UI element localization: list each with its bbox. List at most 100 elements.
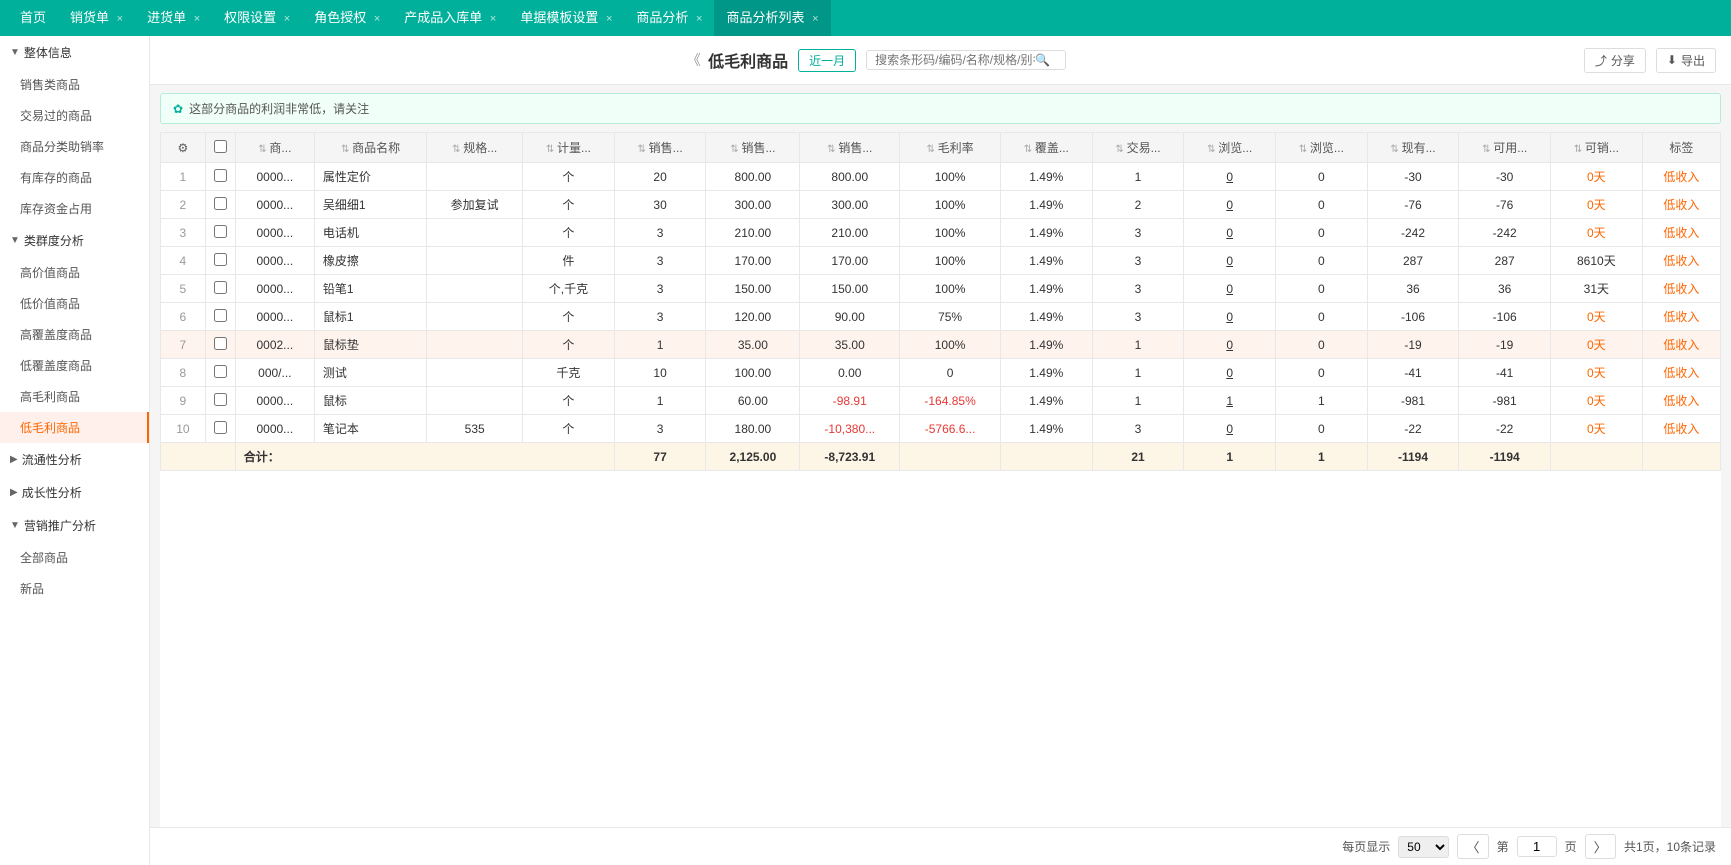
data-table-container[interactable]: ⚙ 商... 商品名称 规格... 计量... 销售... 销售... 销售..… xyxy=(160,132,1721,827)
sidebar-section-overall-title[interactable]: ▼ 整体信息 xyxy=(0,36,149,69)
name-cell[interactable]: 鼠标垫 xyxy=(314,331,426,359)
view1-cell[interactable]: 1 xyxy=(1184,387,1276,415)
view1-cell[interactable]: 0 xyxy=(1184,191,1276,219)
checkbox-cell[interactable] xyxy=(205,247,235,275)
close-icon[interactable]: × xyxy=(374,13,380,25)
row-checkbox[interactable] xyxy=(214,365,227,378)
date-filter-button[interactable]: 近一月 xyxy=(798,49,856,72)
nav-purchase[interactable]: 进货单 × xyxy=(135,0,212,36)
name-cell[interactable]: 电话机 xyxy=(314,219,426,247)
checkbox-cell[interactable] xyxy=(205,359,235,387)
col-header-sale-qty[interactable]: 销售... xyxy=(614,133,706,163)
view1-cell[interactable]: 0 xyxy=(1184,415,1276,443)
col-header-code[interactable]: 商... xyxy=(235,133,314,163)
view1-cell[interactable]: 0 xyxy=(1184,303,1276,331)
name-cell[interactable]: 铅笔1 xyxy=(314,275,426,303)
export-button[interactable]: ⬇ 导出 xyxy=(1656,48,1716,73)
checkbox-cell[interactable] xyxy=(205,303,235,331)
sidebar-item-traded-goods[interactable]: 交易过的商品 xyxy=(0,100,149,131)
checkbox-cell[interactable] xyxy=(205,387,235,415)
sidebar-section-growth-title[interactable]: ▶ 成长性分析 xyxy=(0,476,149,509)
col-header-trade[interactable]: 交易... xyxy=(1092,133,1184,163)
collapse-sidebar-btn[interactable]: 《 xyxy=(683,46,705,74)
row-checkbox[interactable] xyxy=(214,309,227,322)
sidebar-section-cluster-title[interactable]: ▼ 类群度分析 xyxy=(0,224,149,257)
col-header-available[interactable]: 可用... xyxy=(1459,133,1551,163)
sidebar-item-category-rate[interactable]: 商品分类助销率 xyxy=(0,131,149,162)
row-checkbox[interactable] xyxy=(214,281,227,294)
close-icon[interactable]: × xyxy=(284,13,290,25)
view1-cell[interactable]: 0 xyxy=(1184,331,1276,359)
view1-cell[interactable]: 0 xyxy=(1184,359,1276,387)
name-cell[interactable]: 测试 xyxy=(314,359,426,387)
view1-cell[interactable]: 0 xyxy=(1184,275,1276,303)
select-all-checkbox[interactable] xyxy=(214,140,227,153)
sidebar-item-capital-occupation[interactable]: 库存资金占用 xyxy=(0,193,149,224)
checkbox-cell[interactable] xyxy=(205,415,235,443)
nav-product-analysis-list[interactable]: 商品分析列表 × xyxy=(714,0,830,36)
close-icon[interactable]: × xyxy=(194,13,200,25)
col-header-gross-margin[interactable]: 毛利率 xyxy=(900,133,1001,163)
checkbox-cell[interactable] xyxy=(205,275,235,303)
name-cell[interactable]: 鼠标1 xyxy=(314,303,426,331)
nav-product-entry[interactable]: 产成品入库单 × xyxy=(392,0,508,36)
sidebar-section-flow-title[interactable]: ▶ 流通性分析 xyxy=(0,443,149,476)
close-icon[interactable]: × xyxy=(117,13,123,25)
nav-home[interactable]: 首页 xyxy=(8,0,58,36)
sidebar-item-high-margin[interactable]: 高毛利商品 xyxy=(0,381,149,412)
nav-template[interactable]: 单据模板设置 × xyxy=(508,0,624,36)
col-header-unit[interactable]: 计量... xyxy=(523,133,615,163)
sidebar-item-high-coverage[interactable]: 高覆盖度商品 xyxy=(0,319,149,350)
name-cell[interactable]: 鼠标 xyxy=(314,387,426,415)
col-header-coverage[interactable]: 覆盖... xyxy=(1000,133,1092,163)
name-cell[interactable]: 橡皮擦 xyxy=(314,247,426,275)
sidebar-item-stock-goods[interactable]: 有库存的商品 xyxy=(0,162,149,193)
next-page-button[interactable]: 〉 xyxy=(1585,834,1616,859)
view1-cell[interactable]: 0 xyxy=(1184,163,1276,191)
col-header-sale-amount[interactable]: 销售... xyxy=(800,133,900,163)
nav-permissions[interactable]: 权限设置 × xyxy=(212,0,302,36)
row-checkbox[interactable] xyxy=(214,225,227,238)
search-icon[interactable]: 🔍 xyxy=(1035,53,1050,67)
sidebar-item-sales-goods[interactable]: 销售类商品 xyxy=(0,69,149,100)
sidebar-item-low-margin[interactable]: 低毛利商品 xyxy=(0,412,149,443)
nav-product-analysis[interactable]: 商品分析 × xyxy=(624,0,714,36)
view1-cell[interactable]: 0 xyxy=(1184,219,1276,247)
col-header-name[interactable]: 商品名称 xyxy=(314,133,426,163)
search-input[interactable] xyxy=(875,53,1035,67)
row-checkbox[interactable] xyxy=(214,421,227,434)
nav-role-auth[interactable]: 角色授权 × xyxy=(302,0,392,36)
sidebar-section-marketing-title[interactable]: ▼ 营销推广分析 xyxy=(0,509,149,542)
row-checkbox[interactable] xyxy=(214,197,227,210)
col-header-spec[interactable]: 规格... xyxy=(427,133,523,163)
checkbox-cell[interactable] xyxy=(205,163,235,191)
prev-page-button[interactable]: 〈 xyxy=(1457,834,1488,859)
checkbox-cell[interactable] xyxy=(205,219,235,247)
col-header-view1[interactable]: 浏览... xyxy=(1184,133,1276,163)
sidebar-item-low-value[interactable]: 低价值商品 xyxy=(0,288,149,319)
sidebar-item-all-goods[interactable]: 全部商品 xyxy=(0,542,149,573)
sidebar-item-new-goods[interactable]: 新品 xyxy=(0,573,149,604)
close-icon[interactable]: × xyxy=(696,13,702,25)
nav-sales[interactable]: 销货单 × xyxy=(58,0,135,36)
select-all-col-header[interactable] xyxy=(205,133,235,163)
row-checkbox[interactable] xyxy=(214,253,227,266)
sidebar-item-low-coverage[interactable]: 低覆盖度商品 xyxy=(0,350,149,381)
view1-cell[interactable]: 0 xyxy=(1184,247,1276,275)
col-header-current-stock[interactable]: 现有... xyxy=(1367,133,1459,163)
name-cell[interactable]: 吴细细1 xyxy=(314,191,426,219)
close-icon[interactable]: × xyxy=(606,13,612,25)
checkbox-cell[interactable] xyxy=(205,331,235,359)
close-icon[interactable]: × xyxy=(490,13,496,25)
row-checkbox[interactable] xyxy=(214,393,227,406)
col-header-saleable[interactable]: 可销... xyxy=(1551,133,1643,163)
share-button[interactable]: ⤴ 分享 xyxy=(1584,48,1646,73)
name-cell[interactable]: 属性定价 xyxy=(314,163,426,191)
page-size-select[interactable]: 50 100 200 xyxy=(1398,836,1449,858)
checkbox-cell[interactable] xyxy=(205,191,235,219)
col-header-sale-price[interactable]: 销售... xyxy=(706,133,800,163)
col-header-view2[interactable]: 浏览... xyxy=(1276,133,1368,163)
row-checkbox[interactable] xyxy=(214,337,227,350)
close-icon[interactable]: × xyxy=(812,13,818,25)
page-input[interactable] xyxy=(1517,836,1557,857)
